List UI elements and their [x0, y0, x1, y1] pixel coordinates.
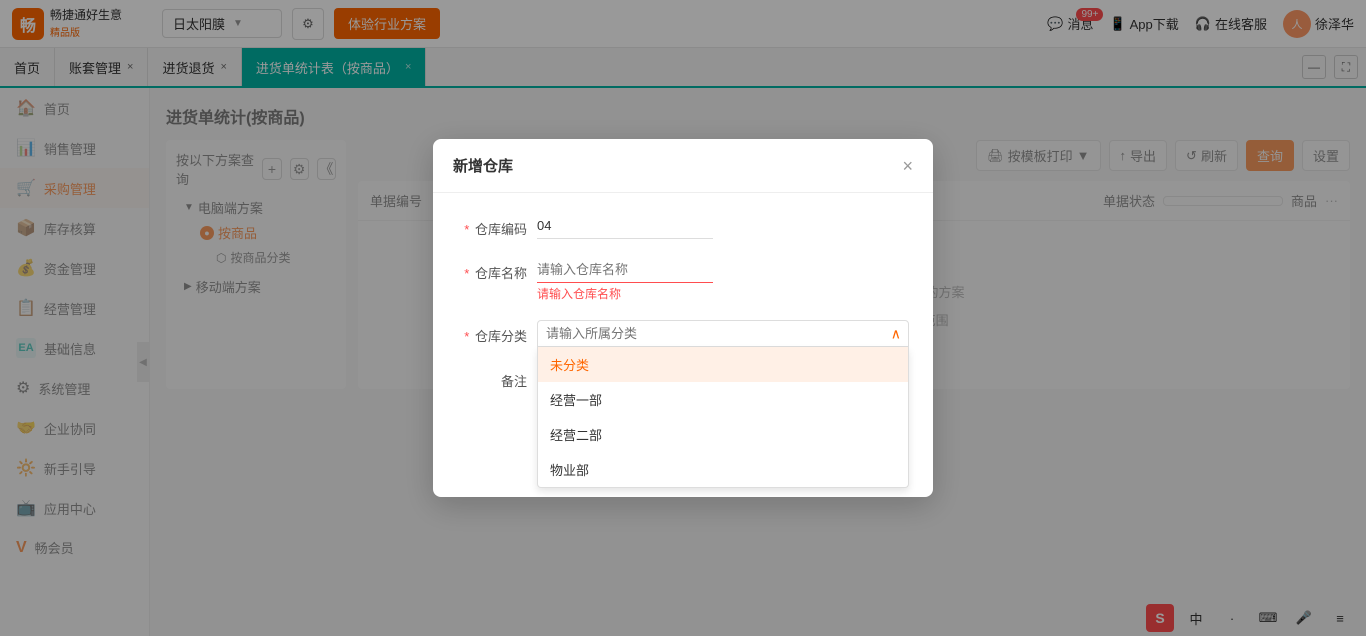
- modal-close-button[interactable]: ×: [902, 157, 913, 175]
- code-label: * 仓库编码: [457, 213, 537, 238]
- category-form-row: * 仓库分类 ∧ 未分类 经营一部 经营二部 物业部: [457, 320, 909, 347]
- code-form-row: * 仓库编码: [457, 213, 909, 239]
- category-input[interactable]: [537, 320, 909, 347]
- dropdown-chevron-up-icon[interactable]: ∧: [891, 325, 901, 342]
- dropdown-option-ops2[interactable]: 经营二部: [538, 417, 908, 452]
- code-input[interactable]: [537, 213, 713, 239]
- name-error-msg: 请输入仓库名称: [537, 285, 909, 302]
- code-required-mark: *: [464, 222, 469, 237]
- name-required-mark: *: [464, 266, 469, 281]
- name-input[interactable]: [537, 257, 713, 283]
- dropdown-option-property[interactable]: 物业部: [538, 452, 908, 487]
- modal-overlay: 新增仓库 × * 仓库编码 * 仓库名称: [0, 0, 1366, 636]
- modal-header: 新增仓库 ×: [433, 139, 933, 193]
- modal-title: 新增仓库: [453, 155, 513, 176]
- dropdown-option-unclassified[interactable]: 未分类: [538, 347, 908, 382]
- note-label: 备注: [457, 365, 537, 390]
- dropdown-option-ops1[interactable]: 经营一部: [538, 382, 908, 417]
- code-field-wrap: [537, 213, 909, 239]
- category-field-wrap: ∧ 未分类 经营一部 经营二部 物业部: [537, 320, 909, 347]
- category-dropdown: ∧ 未分类 经营一部 经营二部 物业部: [537, 320, 909, 347]
- category-dropdown-list: 未分类 经营一部 经营二部 物业部: [537, 347, 909, 488]
- category-required-mark: *: [464, 329, 469, 344]
- name-form-row: * 仓库名称 请输入仓库名称: [457, 257, 909, 302]
- name-label: * 仓库名称: [457, 257, 537, 282]
- name-field-wrap: 请输入仓库名称: [537, 257, 909, 302]
- modal-body: * 仓库编码 * 仓库名称 请输入仓库名称: [433, 193, 933, 429]
- add-warehouse-modal: 新增仓库 × * 仓库编码 * 仓库名称: [433, 139, 933, 497]
- category-label: * 仓库分类: [457, 320, 537, 345]
